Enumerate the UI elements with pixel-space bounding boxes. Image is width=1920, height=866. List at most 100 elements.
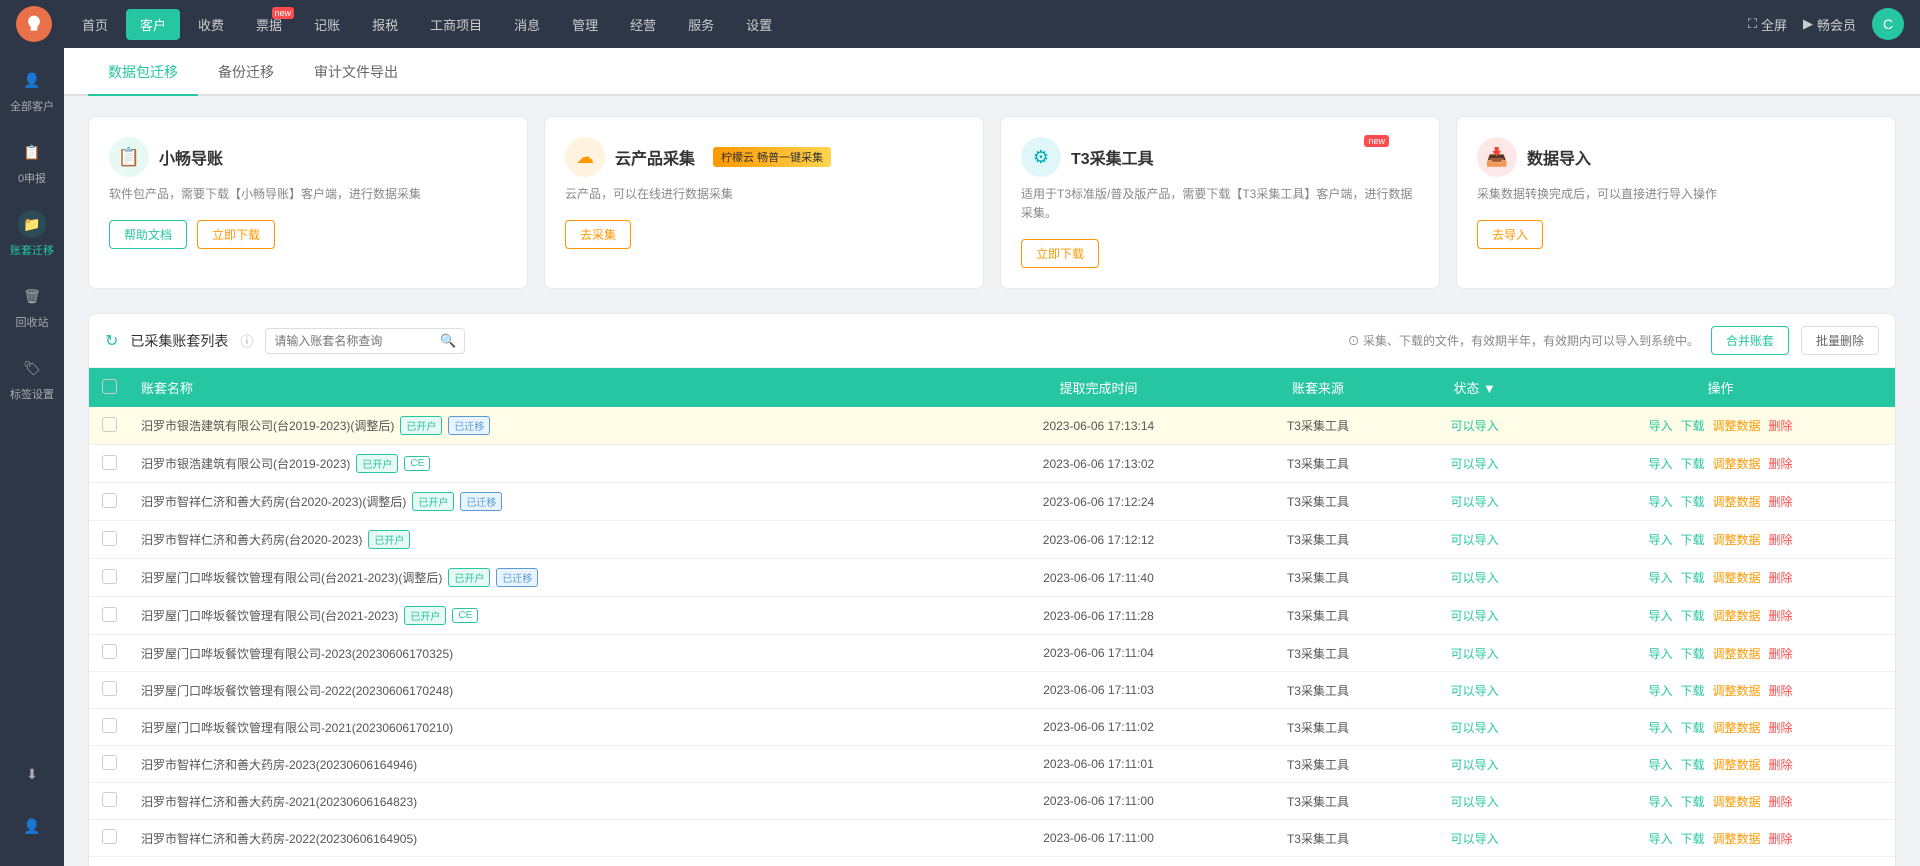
- action-调整数据[interactable]: 调整数据: [1712, 684, 1760, 698]
- action-导入[interactable]: 导入: [1648, 832, 1672, 846]
- header-status[interactable]: 状态 ▼: [1403, 368, 1546, 407]
- row-checkbox-3[interactable]: [102, 531, 117, 546]
- nav-tax[interactable]: 报税: [358, 9, 412, 40]
- nav-business[interactable]: 工商项目: [416, 9, 496, 40]
- action-导入[interactable]: 导入: [1648, 684, 1672, 698]
- action-下载[interactable]: 下载: [1680, 419, 1704, 433]
- action-下载[interactable]: 下载: [1680, 721, 1704, 735]
- action-下载[interactable]: 下载: [1680, 647, 1704, 661]
- action-删除[interactable]: 删除: [1769, 795, 1793, 809]
- row-checkbox-10[interactable]: [102, 792, 117, 807]
- t3-download-btn[interactable]: 立即下载: [1021, 239, 1099, 268]
- info-icon[interactable]: ⓘ: [240, 331, 253, 350]
- action-下载[interactable]: 下载: [1680, 495, 1704, 509]
- action-导入[interactable]: 导入: [1648, 457, 1672, 471]
- action-删除[interactable]: 删除: [1769, 457, 1793, 471]
- sidebar-item-user[interactable]: 👤: [14, 802, 50, 850]
- action-删除[interactable]: 删除: [1769, 495, 1793, 509]
- action-删除[interactable]: 删除: [1769, 419, 1793, 433]
- action-导入[interactable]: 导入: [1648, 647, 1672, 661]
- member-button[interactable]: ▶ 畅会员: [1803, 15, 1856, 34]
- sidebar-item-zero-report[interactable]: 📋 0申报: [0, 128, 64, 196]
- nav-manage[interactable]: 管理: [558, 9, 612, 40]
- action-导入[interactable]: 导入: [1648, 533, 1672, 547]
- action-导入[interactable]: 导入: [1648, 758, 1672, 772]
- action-导入[interactable]: 导入: [1648, 609, 1672, 623]
- row-checkbox-6[interactable]: [102, 644, 117, 659]
- action-删除[interactable]: 删除: [1769, 684, 1793, 698]
- action-下载[interactable]: 下载: [1680, 457, 1704, 471]
- nav-bookkeeping[interactable]: 记账: [300, 9, 354, 40]
- tab-audit-export[interactable]: 审计文件导出: [294, 50, 418, 96]
- nav-invoice[interactable]: 票据 new: [242, 9, 296, 40]
- action-下载[interactable]: 下载: [1680, 795, 1704, 809]
- action-调整数据[interactable]: 调整数据: [1712, 457, 1760, 471]
- action-调整数据[interactable]: 调整数据: [1712, 495, 1760, 509]
- sidebar-item-tag-settings[interactable]: 🏷 标签设置: [0, 344, 64, 412]
- action-删除[interactable]: 删除: [1769, 571, 1793, 585]
- action-调整数据[interactable]: 调整数据: [1712, 795, 1760, 809]
- refresh-icon[interactable]: ↻: [105, 331, 118, 351]
- action-调整数据[interactable]: 调整数据: [1712, 721, 1760, 735]
- sidebar-item-recycle[interactable]: 🗑 回收站: [0, 272, 64, 340]
- action-导入[interactable]: 导入: [1648, 795, 1672, 809]
- nav-home[interactable]: 首页: [68, 9, 122, 40]
- action-下载[interactable]: 下载: [1680, 609, 1704, 623]
- cloud-collect-btn[interactable]: 去采集: [565, 220, 631, 249]
- action-下载[interactable]: 下载: [1680, 684, 1704, 698]
- sidebar-item-account-migrate[interactable]: 📁 账套迁移: [0, 200, 64, 268]
- action-调整数据[interactable]: 调整数据: [1712, 832, 1760, 846]
- user-avatar[interactable]: C: [1872, 8, 1904, 40]
- action-导入[interactable]: 导入: [1648, 571, 1672, 585]
- row-checkbox-11[interactable]: [102, 829, 117, 844]
- row-checkbox-5[interactable]: [102, 607, 117, 622]
- row-checkbox-9[interactable]: [102, 755, 117, 770]
- action-调整数据[interactable]: 调整数据: [1712, 647, 1760, 661]
- nav-customer[interactable]: 客户: [126, 9, 180, 40]
- tag-cloud[interactable]: CE: [404, 456, 430, 471]
- batch-delete-btn[interactable]: 批量删除: [1801, 326, 1879, 355]
- action-调整数据[interactable]: 调整数据: [1712, 609, 1760, 623]
- action-调整数据[interactable]: 调整数据: [1712, 419, 1760, 433]
- action-导入[interactable]: 导入: [1648, 721, 1672, 735]
- row-checkbox-1[interactable]: [102, 455, 117, 470]
- action-调整数据[interactable]: 调整数据: [1712, 571, 1760, 585]
- xiao-chang-help-btn[interactable]: 帮助文档: [109, 220, 187, 249]
- tag-cloud[interactable]: CE: [452, 608, 478, 623]
- sidebar-item-download[interactable]: ⬇: [14, 750, 50, 798]
- merge-accounts-btn[interactable]: 合并账套: [1711, 326, 1789, 355]
- action-调整数据[interactable]: 调整数据: [1712, 533, 1760, 547]
- action-下载[interactable]: 下载: [1680, 533, 1704, 547]
- row-checkbox-7[interactable]: [102, 681, 117, 696]
- action-删除[interactable]: 删除: [1769, 832, 1793, 846]
- action-删除[interactable]: 删除: [1769, 758, 1793, 772]
- action-下载[interactable]: 下载: [1680, 758, 1704, 772]
- action-删除[interactable]: 删除: [1769, 609, 1793, 623]
- action-调整数据[interactable]: 调整数据: [1712, 758, 1760, 772]
- tab-backup-migrate[interactable]: 备份迁移: [198, 50, 294, 96]
- xiao-chang-download-btn[interactable]: 立即下载: [197, 220, 275, 249]
- action-下载[interactable]: 下载: [1680, 571, 1704, 585]
- action-导入[interactable]: 导入: [1648, 495, 1672, 509]
- fullscreen-button[interactable]: ⛶ 全屏: [1748, 15, 1787, 34]
- row-checkbox-0[interactable]: [102, 417, 117, 432]
- row-checkbox-2[interactable]: [102, 493, 117, 508]
- select-all-checkbox[interactable]: [102, 379, 117, 394]
- action-导入[interactable]: 导入: [1648, 419, 1672, 433]
- nav-message[interactable]: 消息: [500, 9, 554, 40]
- row-checkbox-4[interactable]: [102, 569, 117, 584]
- nav-settings[interactable]: 设置: [732, 9, 786, 40]
- action-删除[interactable]: 删除: [1769, 533, 1793, 547]
- action-删除[interactable]: 删除: [1769, 647, 1793, 661]
- nav-operation[interactable]: 经营: [616, 9, 670, 40]
- tab-data-package[interactable]: 数据包迁移: [88, 50, 198, 96]
- data-import-btn[interactable]: 去导入: [1477, 220, 1543, 249]
- search-button[interactable]: 🔍: [440, 333, 456, 349]
- action-下载[interactable]: 下载: [1680, 832, 1704, 846]
- nav-service[interactable]: 服务: [674, 9, 728, 40]
- action-删除[interactable]: 删除: [1769, 721, 1793, 735]
- search-input[interactable]: [274, 334, 436, 348]
- row-checkbox-8[interactable]: [102, 718, 117, 733]
- sidebar-item-all-customers[interactable]: 👤 全部客户: [0, 56, 64, 124]
- nav-fee[interactable]: 收费: [184, 9, 238, 40]
